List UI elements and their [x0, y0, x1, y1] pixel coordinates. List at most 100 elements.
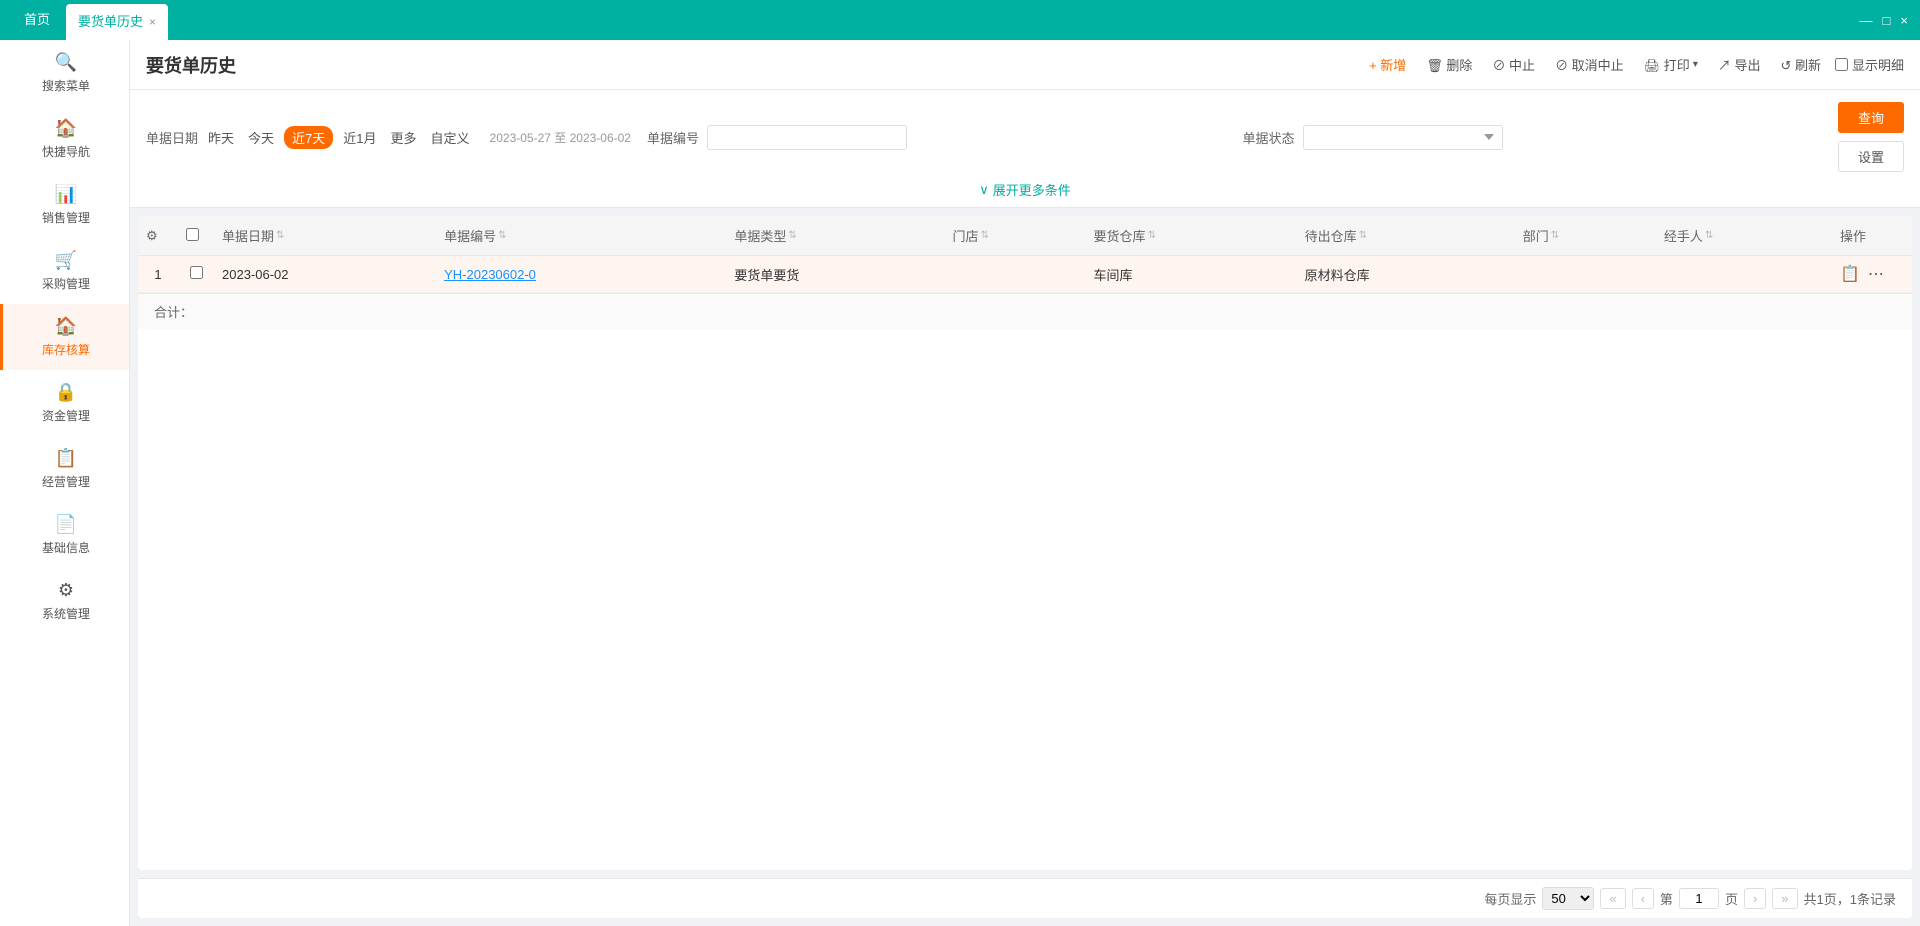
- tab-close-icon[interactable]: ×: [149, 4, 156, 40]
- th-date[interactable]: 单据日期⇅: [214, 216, 436, 256]
- th-store[interactable]: 门店⇅: [944, 216, 1085, 256]
- sidebar-item-sales[interactable]: 📊 销售管理: [0, 172, 129, 238]
- sidebar-item-label: 经营管理: [42, 473, 90, 490]
- expand-more-icon: ∨: [979, 182, 989, 198]
- sort-handler-icon: ⇅: [1705, 230, 1713, 241]
- th-settings[interactable]: ⚙: [138, 216, 178, 256]
- date-filter: 单据日期 昨天 今天 近7天 近1月 更多 自定义: [146, 126, 474, 149]
- main-layout: 🔍 搜索菜单 🏠 快捷导航 📊 销售管理 🛒 采购管理 🏠 库存核算 🔒 资金管…: [0, 40, 1920, 926]
- th-pending-warehouse[interactable]: 待出仓库⇅: [1297, 216, 1515, 256]
- sales-icon: 📊: [55, 184, 77, 205]
- date-btn-7days[interactable]: 近7天: [284, 126, 333, 149]
- sidebar-item-finance[interactable]: 🔒 资金管理: [0, 370, 129, 436]
- filter-row-1: 单据日期 昨天 今天 近7天 近1月 更多 自定义 2023-05-27 至 2…: [146, 102, 1904, 172]
- suspend-button[interactable]: ⊘ 中止: [1486, 51, 1541, 78]
- sidebar-item-label: 搜索菜单: [42, 77, 90, 94]
- close-window-icon[interactable]: ×: [1900, 13, 1908, 28]
- select-all-checkbox[interactable]: [186, 228, 199, 241]
- finance-icon: 🔒: [55, 382, 77, 403]
- inventory-icon: 🏠: [55, 316, 77, 337]
- display-detail-checkbox-label[interactable]: 显示明细: [1835, 55, 1904, 74]
- row-check[interactable]: [178, 256, 214, 293]
- date-btn-today[interactable]: 今天: [244, 126, 278, 149]
- first-page-button[interactable]: «: [1600, 888, 1625, 909]
- th-req-warehouse[interactable]: 要货仓库⇅: [1086, 216, 1297, 256]
- date-btn-more[interactable]: 更多: [387, 126, 421, 149]
- filter-buttons: 查询 设置: [1838, 102, 1904, 172]
- expand-more[interactable]: ∨ 展开更多条件: [146, 180, 1904, 199]
- cancel-suspend-button[interactable]: ⊘ 取消中止: [1549, 51, 1630, 78]
- th-ops: 操作: [1832, 216, 1912, 256]
- page-label: 第: [1660, 889, 1673, 908]
- sort-docno-icon: ⇅: [498, 230, 506, 241]
- row-handler: [1656, 256, 1832, 293]
- page-header: 要货单历史 + 新增 🗑 删除 ⊘ 中止 ⊘ 取消中止 🖨 打印 ▾ ↗ 导出 …: [130, 40, 1920, 90]
- tab-active[interactable]: 要货单历史 ×: [66, 4, 168, 40]
- system-icon: ⚙: [58, 580, 74, 601]
- sidebar-item-label: 基础信息: [42, 539, 90, 556]
- sidebar-item-label: 资金管理: [42, 407, 90, 424]
- sidebar-item-quick-nav[interactable]: 🏠 快捷导航: [0, 106, 129, 172]
- row-dept: [1515, 256, 1656, 293]
- query-button[interactable]: 查询: [1838, 102, 1904, 133]
- sidebar-item-label: 销售管理: [42, 209, 90, 226]
- date-btn-custom[interactable]: 自定义: [427, 126, 474, 149]
- page-title: 要货单历史: [146, 52, 236, 78]
- page-number-input[interactable]: [1679, 888, 1719, 909]
- th-dept[interactable]: 部门⇅: [1515, 216, 1656, 256]
- sort-dept-icon: ⇅: [1551, 230, 1559, 241]
- display-detail-checkbox[interactable]: [1835, 58, 1848, 71]
- sidebar-item-inventory[interactable]: 🏠 库存核算: [0, 304, 129, 370]
- th-handler[interactable]: 经手人⇅: [1656, 216, 1832, 256]
- sort-store-icon: ⇅: [980, 230, 988, 241]
- quick-nav-icon: 🏠: [55, 118, 77, 139]
- export-button[interactable]: ↗ 导出: [1712, 51, 1767, 78]
- sort-date-icon: ⇅: [276, 230, 284, 241]
- new-button[interactable]: + 新增: [1363, 51, 1412, 78]
- search-menu-icon: 🔍: [55, 52, 77, 73]
- date-btn-1month[interactable]: 近1月: [339, 126, 380, 149]
- page-end-label: 页: [1725, 889, 1738, 908]
- row-doc-no[interactable]: YH-20230602-0: [436, 256, 726, 293]
- doc-no-input[interactable]: [707, 125, 907, 150]
- sum-label: 合计：: [154, 302, 193, 321]
- sidebar-item-search-menu[interactable]: 🔍 搜索菜单: [0, 40, 129, 106]
- maximize-icon[interactable]: □: [1883, 13, 1891, 28]
- row-req-warehouse: 车间库: [1086, 256, 1297, 293]
- more-ops-icon[interactable]: ⋯: [1868, 264, 1884, 284]
- sidebar-item-label: 快捷导航: [42, 143, 90, 160]
- date-btn-yesterday[interactable]: 昨天: [204, 126, 238, 149]
- sidebar-item-purchase[interactable]: 🛒 采购管理: [0, 238, 129, 304]
- date-label: 单据日期: [146, 128, 198, 147]
- settings-button[interactable]: 设置: [1838, 141, 1904, 172]
- th-doc-no[interactable]: 单据编号⇅: [436, 216, 726, 256]
- sidebar-item-system[interactable]: ⚙ 系统管理: [0, 568, 129, 634]
- sidebar-item-operation[interactable]: 📋 经营管理: [0, 436, 129, 502]
- basic-icon: 📄: [55, 514, 77, 535]
- delete-button[interactable]: 🗑 删除: [1420, 51, 1478, 78]
- sort-doctype-icon: ⇅: [788, 230, 796, 241]
- minimize-icon[interactable]: —: [1860, 13, 1873, 28]
- date-range-display: 2023-05-27 至 2023-06-02: [490, 129, 631, 146]
- window-controls: — □ ×: [1860, 13, 1908, 28]
- th-doc-type[interactable]: 单据类型⇅: [726, 216, 944, 256]
- edit-icon[interactable]: 📋: [1840, 264, 1860, 284]
- last-page-button[interactable]: »: [1772, 888, 1797, 909]
- status-filter: 单据状态: [1242, 125, 1822, 150]
- operation-icon: 📋: [55, 448, 77, 469]
- status-select[interactable]: [1303, 125, 1503, 150]
- table-row: 1 2023-06-02 YH-20230602-0 要货单要货 车间库 原材料…: [138, 256, 1912, 293]
- next-page-button[interactable]: ›: [1744, 888, 1766, 909]
- print-button[interactable]: 🖨 打印 ▾: [1638, 51, 1704, 78]
- print-dropdown-icon[interactable]: ▾: [1693, 59, 1698, 70]
- prev-page-button[interactable]: ‹: [1632, 888, 1654, 909]
- row-num: 1: [138, 256, 178, 293]
- page-size-select[interactable]: 50 10 20 100: [1542, 887, 1594, 910]
- tab-home[interactable]: 首页: [12, 0, 62, 40]
- sort-reqwh-icon: ⇅: [1148, 230, 1156, 241]
- refresh-button[interactable]: ↺ 刷新: [1774, 51, 1827, 78]
- sidebar: 🔍 搜索菜单 🏠 快捷导航 📊 销售管理 🛒 采购管理 🏠 库存核算 🔒 资金管…: [0, 40, 130, 926]
- page-size-label: 每页显示: [1484, 889, 1536, 908]
- header-actions: + 新增 🗑 删除 ⊘ 中止 ⊘ 取消中止 🖨 打印 ▾ ↗ 导出 ↺ 刷新 显…: [1363, 51, 1904, 78]
- sidebar-item-basic[interactable]: 📄 基础信息: [0, 502, 129, 568]
